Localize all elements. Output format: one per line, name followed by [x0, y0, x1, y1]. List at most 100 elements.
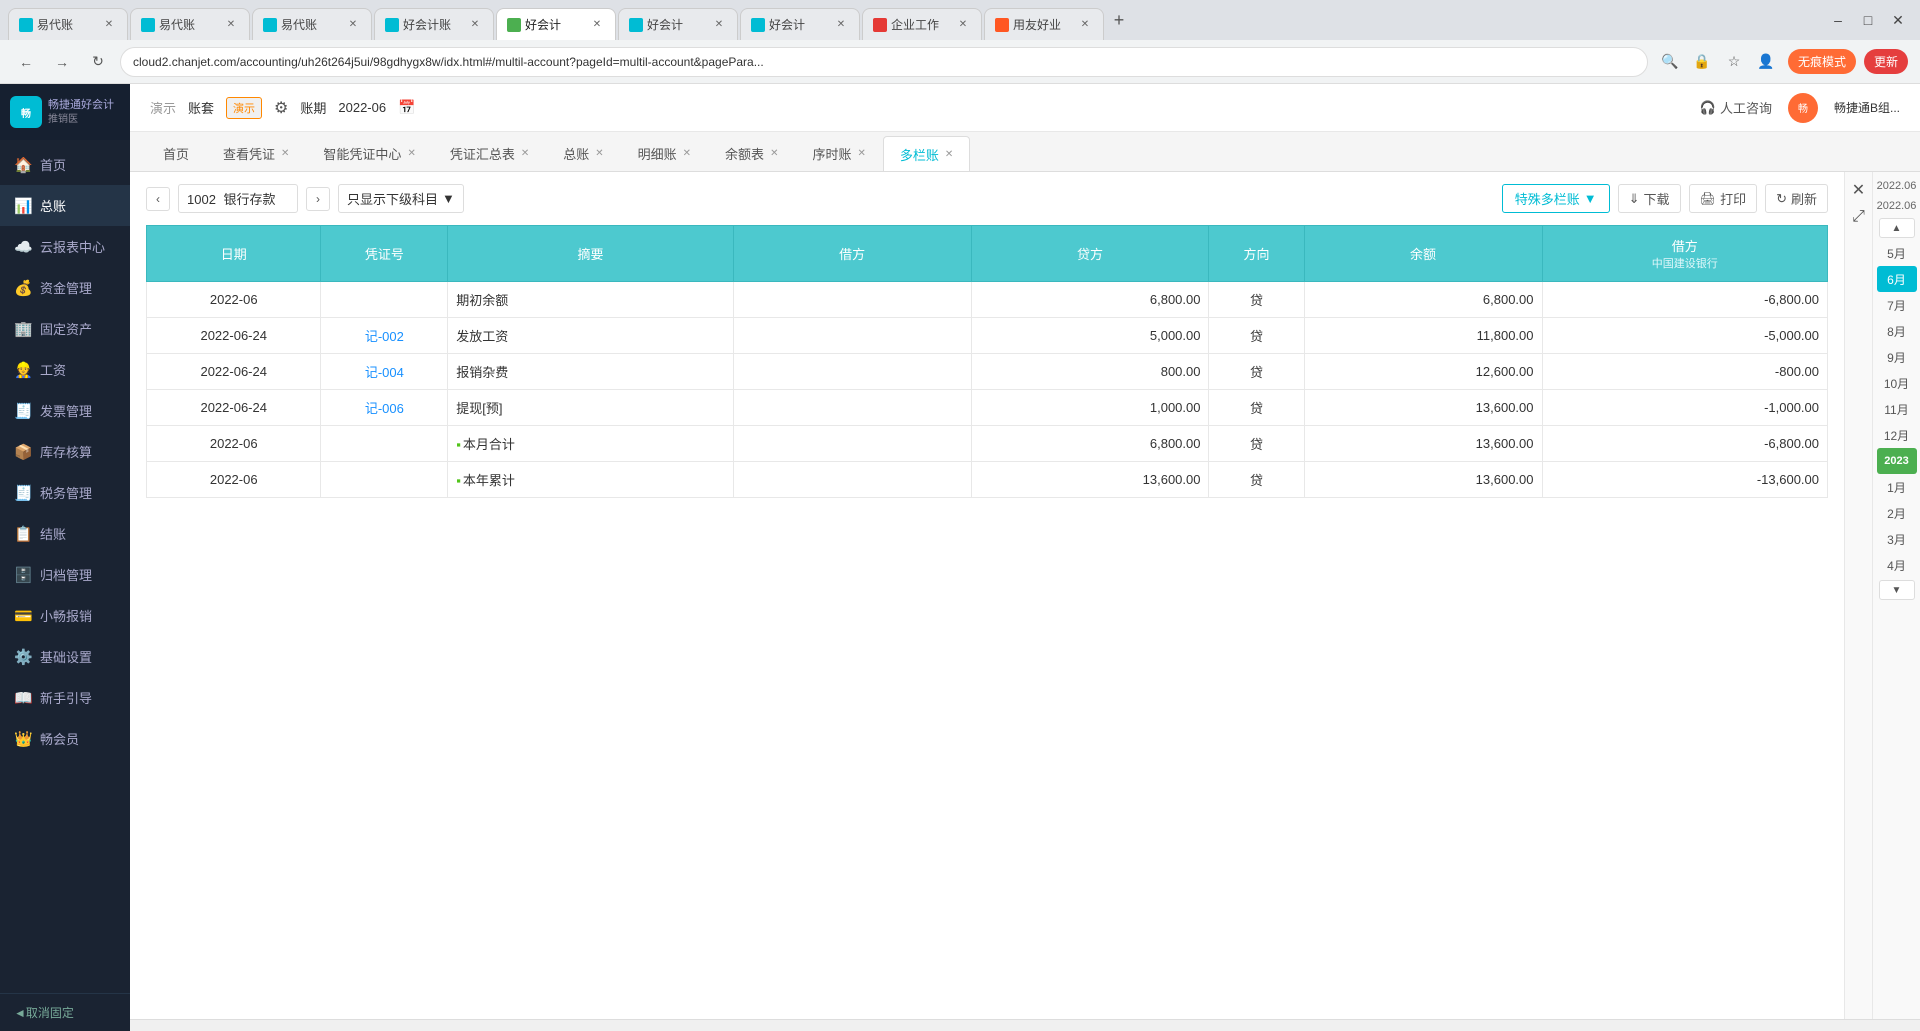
tab-close-icon[interactable]: ✕	[467, 17, 483, 33]
sidebar-item-归档管理[interactable]: 🗄️ 归档管理	[0, 554, 130, 595]
voucher-link[interactable]: 记-004	[365, 365, 404, 380]
browser-tab-t1[interactable]: 易代账 ✕	[8, 8, 128, 40]
voucher-link[interactable]: 记-002	[365, 329, 404, 344]
browser-tab-t5[interactable]: 好会计 ✕	[496, 8, 616, 40]
update-button[interactable]: 更新	[1864, 49, 1908, 74]
multi-col-button[interactable]: 特殊多栏账 ▼	[1502, 184, 1610, 213]
browser-tab-t3[interactable]: 易代账 ✕	[252, 8, 372, 40]
sidebar-item-总账[interactable]: 📊 总账	[0, 185, 130, 226]
shield-icon[interactable]: 🔒	[1688, 48, 1716, 76]
filter-select[interactable]: 只显示下级科目 ▼	[338, 184, 464, 213]
maximize-button[interactable]: □	[1854, 6, 1882, 34]
page-tab-总账[interactable]: 总账✕	[546, 135, 620, 171]
page-tab-close-icon[interactable]: ✕	[281, 148, 289, 159]
page-tab-序时账[interactable]: 序时账✕	[795, 135, 882, 171]
page-tab-明细账[interactable]: 明细账✕	[621, 135, 708, 171]
prev-account-button[interactable]: ‹	[146, 187, 170, 211]
sidebar-item-固定资产[interactable]: 🏢 固定资产	[0, 308, 130, 349]
tab-close-icon[interactable]: ✕	[589, 17, 605, 33]
tab-close-icon[interactable]: ✕	[101, 17, 117, 33]
refresh-button[interactable]: ↻ 刷新	[1765, 184, 1828, 213]
browser-tab-t4[interactable]: 好会计账 ✕	[374, 8, 494, 40]
page-tab-close-icon[interactable]: ✕	[595, 148, 603, 159]
tab-close-icon[interactable]: ✕	[1077, 17, 1093, 33]
close-button[interactable]: ✕	[1884, 6, 1912, 34]
browser-tab-t8[interactable]: 企业工作 ✕	[862, 8, 982, 40]
forward-button[interactable]: →	[48, 48, 76, 76]
calendar-month-12月[interactable]: 12月	[1877, 422, 1917, 448]
sidebar-item-小畅报销[interactable]: 💳 小畅报销	[0, 595, 130, 636]
consult-button[interactable]: 🎧 人工咨询	[1700, 98, 1772, 117]
page-tab-close-icon[interactable]: ✕	[945, 149, 953, 160]
sidebar-item-工资[interactable]: 👷 工资	[0, 349, 130, 390]
profile-icon[interactable]: 👤	[1752, 48, 1780, 76]
calendar-month-11月[interactable]: 11月	[1877, 396, 1917, 422]
page-tab-多栏账[interactable]: 多栏账✕	[883, 136, 970, 172]
minimize-button[interactable]: ‒	[1824, 6, 1852, 34]
no-trace-button[interactable]: 无痕模式	[1788, 49, 1856, 74]
calendar-month-4月[interactable]: 4月	[1877, 552, 1917, 578]
voucher-link[interactable]: 记-006	[365, 401, 404, 416]
col-direction: 方向	[1209, 226, 1304, 282]
sidebar-item-库存核算[interactable]: 📦 库存核算	[0, 431, 130, 472]
sidebar-item-云报表中心[interactable]: ☁️ 云报表中心	[0, 226, 130, 267]
nav-item-label: 税务管理	[40, 483, 92, 502]
next-account-button[interactable]: ›	[306, 187, 330, 211]
page-tab-首页[interactable]: 首页	[146, 135, 206, 171]
page-tab-凭证汇总表[interactable]: 凭证汇总表✕	[433, 135, 546, 171]
tab-close-icon[interactable]: ✕	[955, 17, 971, 33]
close-panel-button[interactable]: ✕	[1852, 180, 1865, 200]
page-tab-close-icon[interactable]: ✕	[857, 148, 865, 159]
download-button[interactable]: ⇓ 下载	[1618, 184, 1681, 213]
sidebar-item-基础设置[interactable]: ⚙️ 基础设置	[0, 636, 130, 677]
search-icon[interactable]: 🔍	[1656, 48, 1684, 76]
calendar-month-3月[interactable]: 3月	[1877, 526, 1917, 552]
new-tab-button[interactable]: +	[1105, 6, 1133, 34]
calendar-month-9月[interactable]: 9月	[1877, 344, 1917, 370]
gear-settings[interactable]: ⚙	[274, 98, 288, 118]
tab-close-icon[interactable]: ✕	[223, 17, 239, 33]
col-date: 日期	[147, 226, 321, 282]
page-tab-查看凭证[interactable]: 查看凭证✕	[206, 135, 306, 171]
page-tab-close-icon[interactable]: ✕	[407, 148, 415, 159]
consult-label: 人工咨询	[1720, 98, 1772, 117]
star-icon[interactable]: ☆	[1720, 48, 1748, 76]
tab-close-icon[interactable]: ✕	[833, 17, 849, 33]
browser-tab-t7[interactable]: 好会计 ✕	[740, 8, 860, 40]
sidebar-item-资金管理[interactable]: 💰 资金管理	[0, 267, 130, 308]
sidebar-item-首页[interactable]: 🏠 首页	[0, 144, 130, 185]
calendar-scroll-down-button[interactable]: ▼	[1879, 580, 1915, 600]
browser-tab-t9[interactable]: 用友好业 ✕	[984, 8, 1104, 40]
browser-tab-t6[interactable]: 好会计 ✕	[618, 8, 738, 40]
page-tab-智能凭证中心[interactable]: 智能凭证中心✕	[306, 135, 432, 171]
calendar-month-1月[interactable]: 1月	[1877, 474, 1917, 500]
calendar-icon[interactable]: 📅	[398, 99, 415, 116]
sidebar-item-结账[interactable]: 📋 结账	[0, 513, 130, 554]
account-selector[interactable]: 1002 银行存款	[178, 184, 298, 213]
page-tab-余额表[interactable]: 余额表✕	[708, 135, 795, 171]
calendar-month-5月[interactable]: 5月	[1877, 240, 1917, 266]
back-button[interactable]: ←	[12, 48, 40, 76]
calendar-scroll-up-button[interactable]: ▲	[1879, 218, 1915, 238]
sidebar-item-税务管理[interactable]: 🧾 税务管理	[0, 472, 130, 513]
browser-tab-t2[interactable]: 易代账 ✕	[130, 8, 250, 40]
expand-panel-button[interactable]: ⤢	[1852, 208, 1865, 226]
calendar-month-8月[interactable]: 8月	[1877, 318, 1917, 344]
sidebar-item-新手引导[interactable]: 📖 新手引导	[0, 677, 130, 718]
tab-close-icon[interactable]: ✕	[711, 17, 727, 33]
calendar-month-6月[interactable]: 6月	[1877, 266, 1917, 292]
calendar-month-7月[interactable]: 7月	[1877, 292, 1917, 318]
page-tab-close-icon[interactable]: ✕	[683, 148, 691, 159]
horizontal-scrollbar[interactable]	[130, 1019, 1920, 1031]
sidebar-item-发票管理[interactable]: 🧾 发票管理	[0, 390, 130, 431]
page-tab-close-icon[interactable]: ✕	[521, 148, 529, 159]
calendar-month-10月[interactable]: 10月	[1877, 370, 1917, 396]
page-tab-close-icon[interactable]: ✕	[770, 148, 778, 159]
address-input[interactable]	[120, 47, 1648, 77]
calendar-month-2月[interactable]: 2月	[1877, 500, 1917, 526]
sidebar-item-畅会员[interactable]: 👑 畅会员	[0, 718, 130, 759]
tab-close-icon[interactable]: ✕	[345, 17, 361, 33]
print-button[interactable]: 🖨 打印	[1689, 184, 1758, 213]
reload-button[interactable]: ↻	[84, 48, 112, 76]
unpin-button[interactable]: ◄取消固定	[0, 993, 130, 1031]
